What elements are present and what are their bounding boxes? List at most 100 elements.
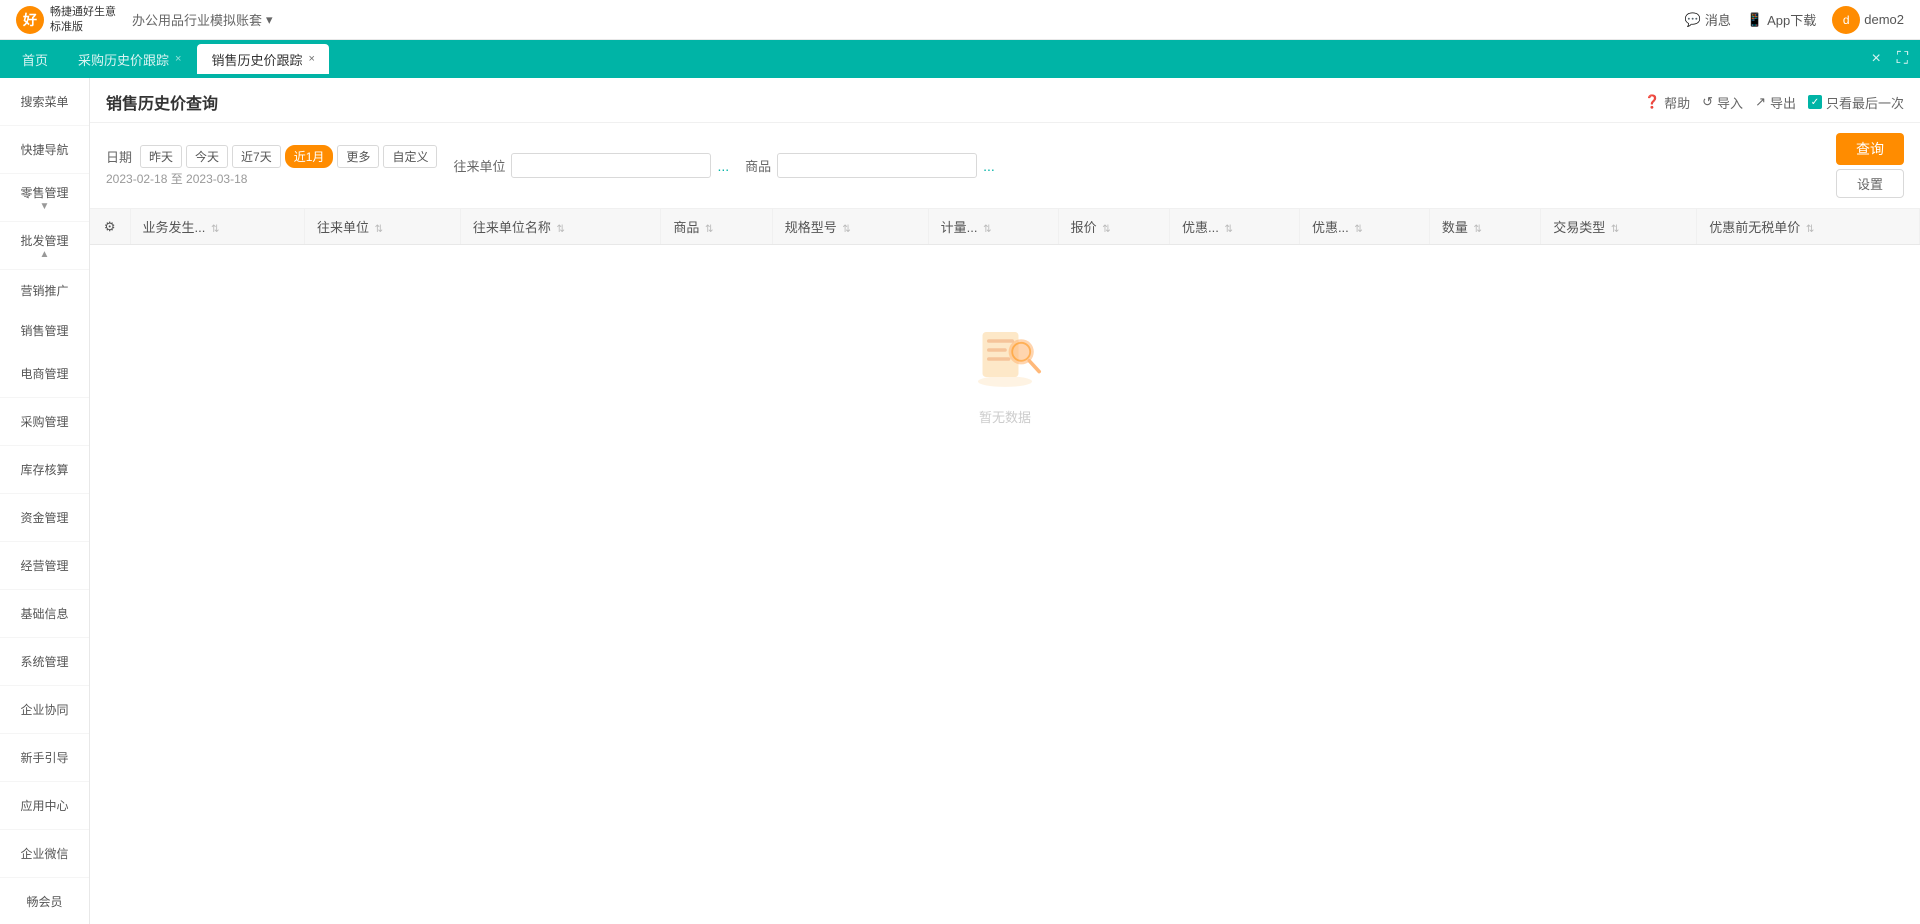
date-btn-more[interactable]: 更多 [337,145,379,168]
sidebar-item-wholesale-mgmt[interactable]: 批发管理 ▲ [0,222,89,270]
col-discount2[interactable]: 优惠... ⇅ [1299,209,1429,245]
empty-text: 暂无数据 [979,407,1031,426]
sort-icon: ⇅ [1806,224,1814,235]
tab-purchase-history[interactable]: 采购历史价跟踪 × [64,44,195,74]
settings-button[interactable]: 设置 [1836,169,1904,198]
partner-filter-group: 往来单位 ... [453,153,729,178]
col-spec[interactable]: 规格型号 ⇅ [772,209,928,245]
app-download-nav[interactable]: 📱 App下载 [1747,10,1816,29]
fullscreen-button[interactable]: ⛶ [1893,46,1912,72]
message-nav[interactable]: 💬 消息 [1685,10,1731,29]
sidebar-item-enterprise[interactable]: 企业协同 [0,686,89,734]
sort-icon: ⇅ [705,224,713,235]
import-icon: ↺ [1702,94,1713,110]
partner-input[interactable] [511,153,711,178]
sort-icon: ⇅ [1102,224,1110,235]
phone-icon: 📱 [1747,12,1763,28]
main-layout: 搜索菜单 快捷导航 零售管理 ▼ 批发管理 ▲ 营销推广 销售管理 电商管理 采… [0,78,1920,924]
sidebar-item-sales-mgmt[interactable]: 销售管理 [0,310,89,350]
col-quoted-price[interactable]: 报价 ⇅ [1058,209,1169,245]
logo-text: 畅捷通好生意 标准版 [50,5,116,34]
close-purchase-tab-icon[interactable]: × [175,53,181,65]
sidebar-item-enterprise-wechat[interactable]: 企业微信 [0,830,89,878]
sidebar-item-member[interactable]: 畅会员 [0,878,89,924]
sort-icon: ⇅ [557,224,565,235]
sort-icon: ⇅ [375,224,383,235]
col-unit[interactable]: 计量... ⇅ [928,209,1058,245]
product-input[interactable] [777,153,977,178]
message-icon: 💬 [1685,12,1701,28]
sort-icon: ⇅ [983,224,991,235]
export-icon: ↗ [1755,94,1766,110]
col-partner-code[interactable]: 往来单位 ⇅ [304,209,460,245]
tab-bar: 首页 采购历史价跟踪 × 销售历史价跟踪 × × ⛶ [0,40,1920,78]
date-filter-group: 日期 昨天 今天 近7天 近1月 更多 自定义 [106,145,437,168]
avatar: d [1832,6,1860,34]
close-all-tabs-button[interactable]: × [1867,46,1884,72]
sidebar-item-inventory[interactable]: 库存核算 [0,446,89,494]
product-filter-group: 商品 ... [745,153,995,178]
col-settings[interactable]: ⚙ [90,209,130,245]
help-button[interactable]: ❓ 帮助 [1644,93,1690,112]
date-buttons: 昨天 今天 近7天 近1月 更多 自定义 [140,145,437,168]
sidebar-item-ecommerce-mgmt[interactable]: 电商管理 [0,350,89,398]
page-header: 销售历史价查询 ❓ 帮助 ↺ 导入 ↗ 导出 ✓ [90,78,1920,123]
sidebar-item-retail-mgmt[interactable]: 零售管理 ▼ [0,174,89,222]
date-btn-custom[interactable]: 自定义 [383,145,437,168]
header-right: 💬 消息 📱 App下载 d demo2 [1685,6,1904,34]
page-header-actions: ❓ 帮助 ↺ 导入 ↗ 导出 ✓ 只看最后一次 [1644,93,1904,112]
export-button[interactable]: ↗ 导出 [1755,93,1796,112]
only-last-checkbox[interactable]: ✓ [1808,95,1822,109]
close-sales-tab-icon[interactable]: × [308,53,314,65]
col-biz-date[interactable]: 业务发生... ⇅ [130,209,304,245]
sidebar-item-ops-mgmt[interactable]: 经营管理 [0,542,89,590]
user-menu[interactable]: d demo2 [1832,6,1904,34]
table-header-row: ⚙ 业务发生... ⇅ 往来单位 ⇅ 往来单位名称 [90,209,1920,245]
col-partner-name[interactable]: 往来单位名称 ⇅ [460,209,660,245]
sidebar-item-basic-info[interactable]: 基础信息 [0,590,89,638]
filter-bar: 日期 昨天 今天 近7天 近1月 更多 自定义 2023-02-18 至 202… [90,123,1920,209]
settings-icon[interactable]: ⚙ [104,219,116,234]
chevron-down-icon: ▾ [266,12,273,28]
sidebar-item-system-mgmt[interactable]: 系统管理 [0,638,89,686]
date-btn-last1m[interactable]: 近1月 [285,145,334,168]
date-btn-last7[interactable]: 近7天 [232,145,281,168]
date-label: 日期 [106,147,132,166]
table-container: ⚙ 业务发生... ⇅ 往来单位 ⇅ 往来单位名称 [90,209,1920,924]
sidebar-item-marketing[interactable]: 营销推广 [0,270,89,310]
import-button[interactable]: ↺ 导入 [1702,93,1743,112]
tab-bar-right: × ⛶ [1867,46,1912,72]
tab-home[interactable]: 首页 [8,44,62,74]
col-trade-type[interactable]: 交易类型 ⇅ [1541,209,1697,245]
sidebar-item-new-guide[interactable]: 新手引导 [0,734,89,782]
empty-state: 暂无数据 [90,245,1920,486]
tab-sales-history[interactable]: 销售历史价跟踪 × [197,44,328,74]
product-label: 商品 [745,156,771,175]
sidebar: 搜索菜单 快捷导航 零售管理 ▼ 批发管理 ▲ 营销推广 销售管理 电商管理 采… [0,78,90,924]
date-btn-yesterday[interactable]: 昨天 [140,145,182,168]
col-pretax-price[interactable]: 优惠前无税单价 ⇅ [1697,209,1920,245]
date-range: 2023-02-18 至 2023-03-18 [106,170,437,187]
workspace-selector[interactable]: 办公用品行业模拟账套 ▾ [124,8,281,31]
logo-area: 好 畅捷通好生意 标准版 [16,5,116,34]
empty-state-icon [960,305,1050,395]
sidebar-item-app-center[interactable]: 应用中心 [0,782,89,830]
query-button[interactable]: 查询 [1836,133,1904,165]
partner-dots[interactable]: ... [717,158,729,174]
sidebar-item-quick-nav[interactable]: 快捷导航 [0,126,89,174]
date-btn-today[interactable]: 今天 [186,145,228,168]
page-content: 销售历史价查询 ❓ 帮助 ↺ 导入 ↗ 导出 ✓ [90,78,1920,924]
header-left: 好 畅捷通好生意 标准版 办公用品行业模拟账套 ▾ [16,5,281,34]
col-quantity[interactable]: 数量 ⇅ [1429,209,1540,245]
logo-icon: 好 [16,6,44,34]
product-dots[interactable]: ... [983,158,995,174]
page-title: 销售历史价查询 [106,90,218,114]
sidebar-item-purchase-mgmt[interactable]: 采购管理 [0,398,89,446]
top-header: 好 畅捷通好生意 标准版 办公用品行业模拟账套 ▾ 💬 消息 📱 App下载 d… [0,0,1920,40]
sidebar-item-fund-mgmt[interactable]: 资金管理 [0,494,89,542]
col-product[interactable]: 商品 ⇅ [661,209,772,245]
col-discount1[interactable]: 优惠... ⇅ [1170,209,1300,245]
only-last-checkbox-label[interactable]: ✓ 只看最后一次 [1808,93,1904,112]
chevron-icon: ▲ [40,249,50,260]
sidebar-item-search-menu[interactable]: 搜索菜单 [0,78,89,126]
